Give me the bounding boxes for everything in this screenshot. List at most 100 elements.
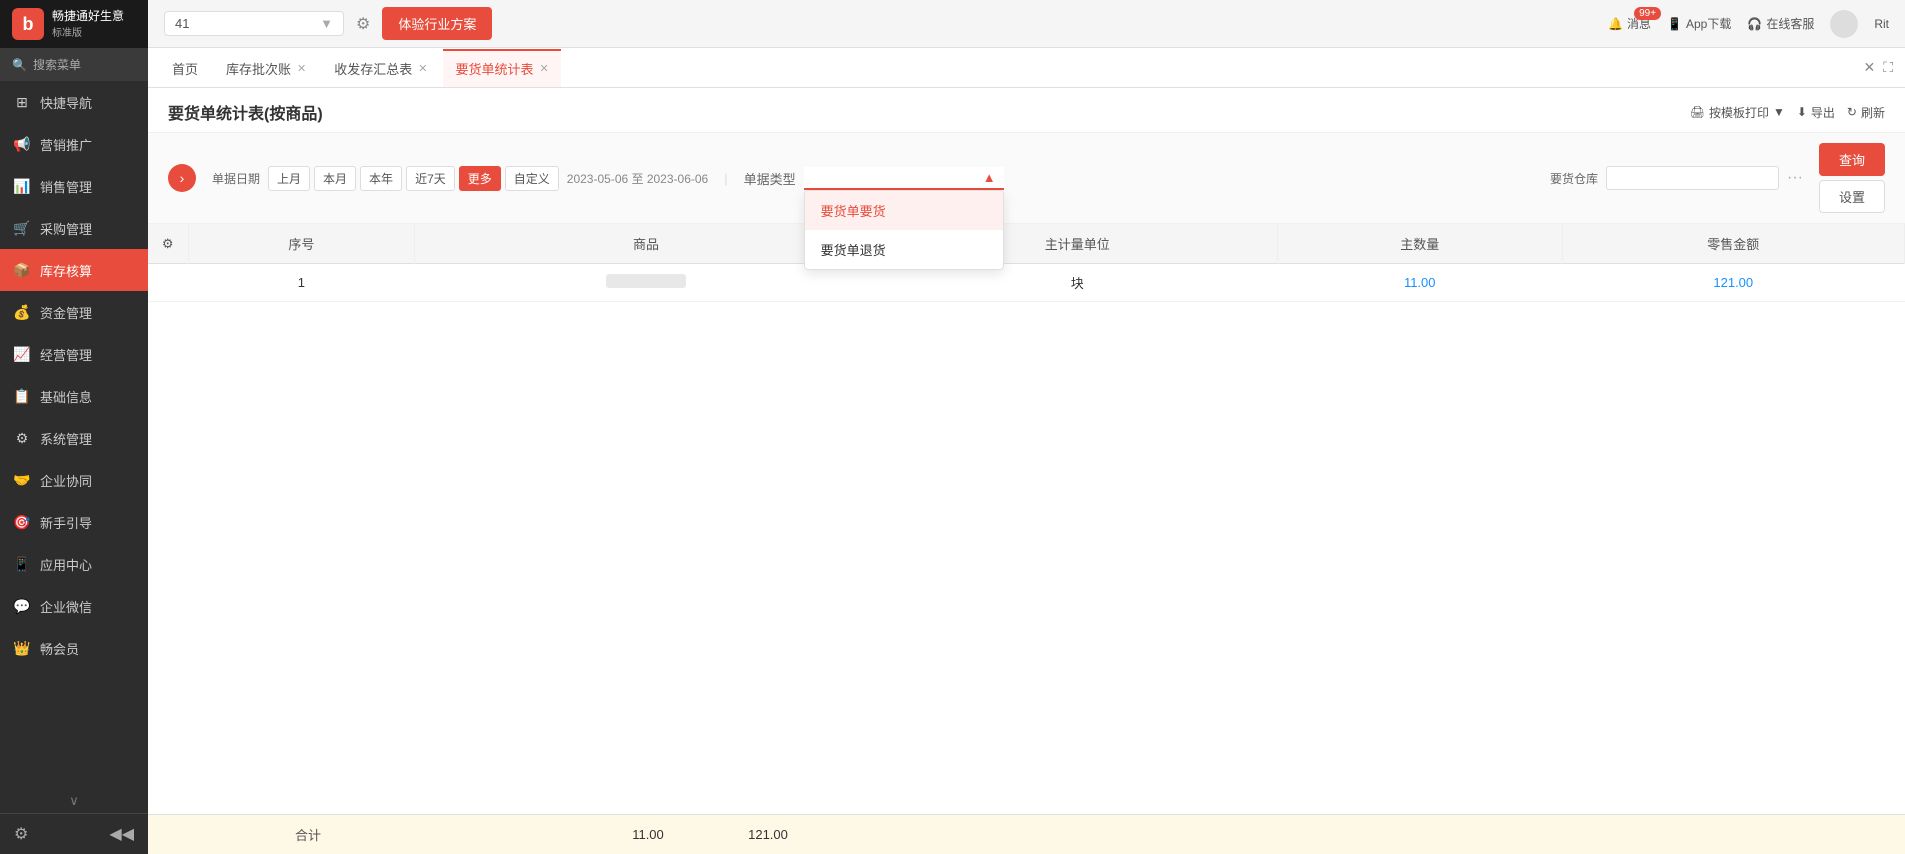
- col-no: 序号: [188, 224, 415, 264]
- col-amount: 零售金额: [1562, 224, 1904, 264]
- app-download-btn[interactable]: 📱 App下载: [1667, 15, 1731, 32]
- type-filter-group: 单据类型 ▲ 要货单要货 要货单退货: [744, 167, 1534, 190]
- tab-home[interactable]: 首页: [160, 49, 210, 87]
- member-icon: 👑: [12, 638, 32, 658]
- sidebar-logo: b 畅捷通好生意 标准版: [0, 0, 148, 48]
- sidebar-item-marketing[interactable]: 📢 营销推广: [0, 123, 148, 165]
- page-header: 要货单统计表(按商品) 🖨 按模板打印 ▼ ⬇ 导出 ↻ 刷新: [148, 88, 1905, 133]
- type-dropdown-menu: 要货单要货 要货单退货: [804, 190, 1004, 270]
- sidebar-item-wechat[interactable]: 💬 企业微信: [0, 585, 148, 627]
- print-template-btn[interactable]: 🖨 按模板打印 ▼: [1690, 104, 1785, 121]
- tab-expand-btn[interactable]: ✕: [1863, 59, 1875, 76]
- appcenter-icon: 📱: [12, 554, 32, 574]
- sidebar: b 畅捷通好生意 标准版 🔍 搜索菜单 ⊞ 快捷导航 📢 营销推广 📊 销售管理…: [0, 0, 148, 854]
- finance-icon: 💰: [12, 302, 32, 322]
- main-area: 41 ▼ ⚙ 体验行业方案 🔔 消息 99+ 📱 App下载 🎧 在线客服 Ri…: [148, 0, 1905, 854]
- table-footer: 合计 11.00 121.00: [148, 814, 1905, 854]
- date-range-btns: 上月 本月 本年 近7天 更多 自定义: [268, 166, 559, 191]
- sidebar-item-finance[interactable]: 💰 资金管理: [0, 291, 148, 333]
- footer-total-label: 合计: [148, 825, 348, 844]
- scroll-indicator: ∨: [0, 789, 148, 813]
- query-btn[interactable]: 查询: [1819, 143, 1885, 176]
- table-header-row: ⚙ 序号 商品 主计量单位 主数量 零售金额: [148, 224, 1905, 264]
- page-title: 要货单统计表(按商品): [168, 100, 323, 124]
- topbar: 41 ▼ ⚙ 体验行业方案 🔔 消息 99+ 📱 App下载 🎧 在线客服 Ri…: [148, 0, 1905, 48]
- footer-settings-icon[interactable]: ⚙: [14, 824, 28, 844]
- cell-checkbox: [148, 264, 188, 302]
- filter-bar: › 单据日期 上月 本月 本年 近7天 更多 自定义 2023-05-06 至 …: [148, 133, 1905, 224]
- sidebar-item-member[interactable]: 👑 畅会员: [0, 627, 148, 669]
- warehouse-more-icon[interactable]: ···: [1787, 169, 1803, 187]
- sidebar-item-inventory[interactable]: 📦 库存核算: [0, 249, 148, 291]
- sidebar-item-quick-nav[interactable]: ⊞ 快捷导航: [0, 81, 148, 123]
- footer-amount: 121.00: [708, 827, 828, 842]
- export-icon: ⬇: [1797, 105, 1807, 119]
- page-header-actions: 🖨 按模板打印 ▼ ⬇ 导出 ↻ 刷新: [1690, 104, 1885, 121]
- customer-service-btn[interactable]: 🎧 在线客服: [1747, 15, 1814, 32]
- inventory-icon: 📦: [12, 260, 32, 280]
- sidebar-item-enterprise[interactable]: 🤝 企业协同: [0, 459, 148, 501]
- tab-maximize-btn[interactable]: ⛶: [1883, 59, 1893, 76]
- settings-btn[interactable]: 设置: [1819, 180, 1885, 213]
- amount-link[interactable]: 121.00: [1713, 275, 1753, 290]
- search-menu[interactable]: 🔍 搜索菜单: [0, 48, 148, 81]
- sidebar-item-system[interactable]: ⚙ 系统管理: [0, 417, 148, 459]
- date-btn-more[interactable]: 更多: [459, 166, 501, 191]
- footer-collapse-icon[interactable]: ◀◀: [109, 824, 134, 844]
- cell-amount: 121.00: [1562, 264, 1904, 302]
- marketing-icon: 📢: [12, 134, 32, 154]
- date-range-display: 2023-05-06 至 2023-06-06: [567, 170, 708, 187]
- tab-close-batch[interactable]: ✕: [297, 62, 306, 75]
- date-btn-custom[interactable]: 自定义: [505, 166, 559, 191]
- industry-btn[interactable]: 体验行业方案: [382, 7, 492, 40]
- date-btn-this-month[interactable]: 本月: [314, 166, 356, 191]
- enterprise-icon: 🤝: [12, 470, 32, 490]
- system-icon: ⚙: [12, 428, 32, 448]
- sidebar-nav: ⊞ 快捷导航 📢 营销推广 📊 销售管理 🛒 采购管理 📦 库存核算 💰 资金管…: [0, 81, 148, 789]
- sidebar-item-operations[interactable]: 📈 经营管理: [0, 333, 148, 375]
- data-table: ⚙ 序号 商品 主计量单位 主数量 零售金额 1: [148, 224, 1905, 302]
- sidebar-item-sales[interactable]: 📊 销售管理: [0, 165, 148, 207]
- messages-btn[interactable]: 🔔 消息 99+: [1608, 15, 1651, 32]
- tab-close-order-stats[interactable]: ✕: [540, 62, 549, 75]
- refresh-btn[interactable]: ↻ 刷新: [1847, 104, 1885, 121]
- filter-expand-btn[interactable]: ›: [168, 164, 196, 192]
- page-content: 要货单统计表(按商品) 🖨 按模板打印 ▼ ⬇ 导出 ↻ 刷新 ›: [148, 88, 1905, 854]
- sidebar-item-basic[interactable]: 📋 基础信息: [0, 375, 148, 417]
- purchase-icon: 🛒: [12, 218, 32, 238]
- topbar-left: 41 ▼ ⚙ 体验行业方案: [164, 7, 492, 40]
- date-btn-this-year[interactable]: 本年: [360, 166, 402, 191]
- dropdown-item-order-return[interactable]: 要货单退货: [805, 230, 1003, 269]
- tab-close-receive[interactable]: ✕: [418, 62, 427, 75]
- col-quantity: 主数量: [1277, 224, 1562, 264]
- sidebar-item-guide[interactable]: 🎯 新手引导: [0, 501, 148, 543]
- chevron-down-icon: ▼: [1773, 105, 1785, 119]
- date-filter-group: 单据日期 上月 本月 本年 近7天 更多 自定义 2023-05-06 至 20…: [212, 166, 708, 191]
- col-gear[interactable]: ⚙: [148, 224, 188, 264]
- tab-receive-summary[interactable]: 收发存汇总表 ✕: [322, 49, 439, 87]
- company-selector[interactable]: 41 ▼: [164, 11, 344, 36]
- sidebar-footer: ⚙ ◀◀: [0, 813, 148, 854]
- type-select[interactable]: ▲: [804, 167, 1004, 190]
- tabbar: 首页 库存批次账 ✕ 收发存汇总表 ✕ 要货单统计表 ✕ ✕ ⛶: [148, 48, 1905, 88]
- export-btn[interactable]: ⬇ 导出: [1797, 104, 1835, 121]
- type-input[interactable]: [812, 170, 983, 184]
- tab-batch-account[interactable]: 库存批次账 ✕: [214, 49, 318, 87]
- product-name-placeholder: [606, 274, 686, 288]
- sidebar-item-appcenter[interactable]: 📱 应用中心: [0, 543, 148, 585]
- warehouse-input[interactable]: [1606, 166, 1779, 190]
- topbar-gear-icon[interactable]: ⚙: [356, 14, 370, 34]
- date-btn-7days[interactable]: 近7天: [406, 166, 455, 191]
- warehouse-filter: 要货仓库 ···: [1550, 166, 1803, 190]
- tab-order-stats[interactable]: 要货单统计表 ✕: [443, 49, 560, 87]
- operations-icon: 📈: [12, 344, 32, 364]
- user-name: Rit: [1874, 17, 1889, 31]
- app-logo-icon: b: [12, 8, 44, 40]
- dropdown-item-order-goods[interactable]: 要货单要货: [805, 191, 1003, 230]
- filter-divider-1: |: [724, 171, 727, 186]
- user-avatar[interactable]: [1830, 10, 1858, 38]
- quantity-link[interactable]: 11.00: [1404, 275, 1436, 290]
- date-btn-last-month[interactable]: 上月: [268, 166, 310, 191]
- sidebar-item-purchase[interactable]: 🛒 采购管理: [0, 207, 148, 249]
- bell-icon: 🔔: [1608, 17, 1623, 31]
